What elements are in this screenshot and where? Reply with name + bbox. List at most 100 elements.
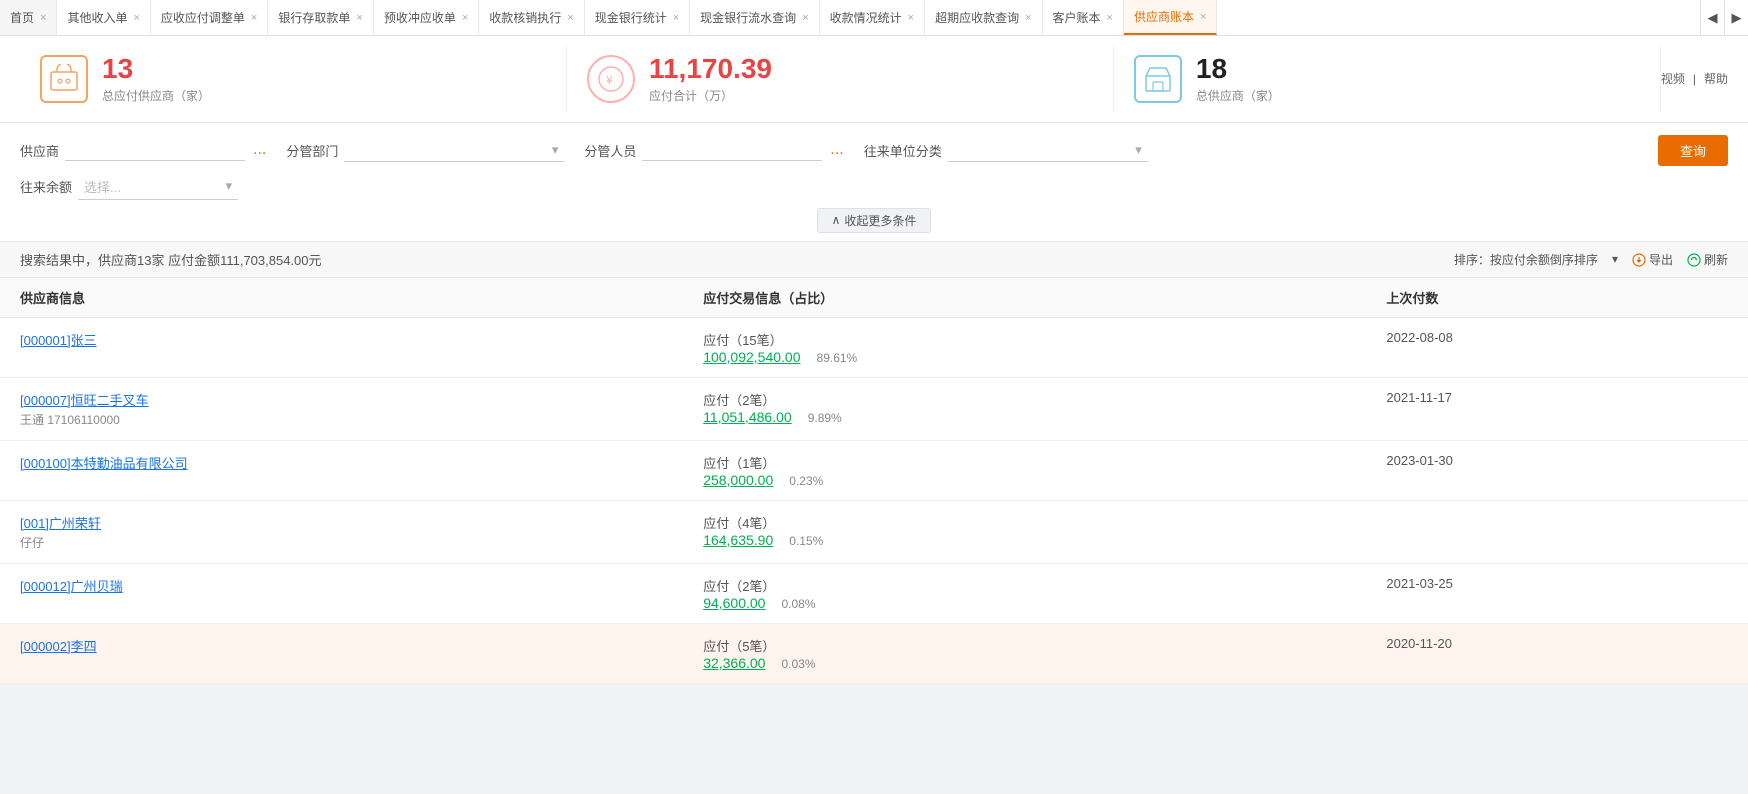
top-right-links: 视频 | 帮助 <box>1661 70 1728 87</box>
person-input[interactable] <box>642 139 822 161</box>
supplier-link[interactable]: [000012]广州贝瑞 <box>20 579 123 594</box>
nav-tab-close-icon[interactable]: × <box>1200 11 1206 23</box>
nav-tab-home[interactable]: 首页 × <box>0 0 57 35</box>
nav-tab-close-icon[interactable]: × <box>251 12 257 24</box>
payable-cell-1: 应付（2笔）11,051,486.00 9.89% <box>703 390 1386 425</box>
nav-tab-close-icon[interactable]: × <box>356 12 362 24</box>
filter-row-2: 往来余额 选择... ▾ <box>20 174 1728 200</box>
nav-tab-recv-stat[interactable]: 收款情况统计× <box>820 0 925 35</box>
payable-amount[interactable]: 100,092,540.00 <box>703 349 800 365</box>
nav-tab-other-income[interactable]: 其他收入单 × <box>57 0 150 35</box>
table-row: [001]广州荣轩仔仔应付（4笔）164,635.900.15% <box>0 501 1748 564</box>
nav-tab-close-icon[interactable]: × <box>40 12 46 24</box>
payable-amount[interactable]: 258,000.00 <box>703 472 773 488</box>
nav-tab-label: 客户账本 <box>1053 9 1101 26</box>
summary-bar: 13 总应付供应商（家） ¥ 11,170.39 应付合计（万） 18 总 <box>0 36 1748 123</box>
nav-tab-close-icon[interactable]: × <box>908 12 914 24</box>
category-select[interactable]: ▾ <box>948 139 1148 162</box>
nav-tab-exec[interactable]: 收款核销执行 × <box>479 0 584 35</box>
supplier-cell-2: [000100]本特勤油品有限公司 <box>20 453 703 472</box>
payable-amount[interactable]: 32,366.00 <box>703 655 765 671</box>
nav-tab-label: 收款核销执行 <box>489 9 561 26</box>
payable-amount[interactable]: 164,635.90 <box>703 532 773 548</box>
supplier-filter-label: 供应商 <box>20 141 59 160</box>
nav-tab-label: 现金银行流水查询 <box>700 9 796 26</box>
sort-label[interactable]: 排序：按应付余额倒序排序 <box>1454 251 1598 268</box>
payable-cell-3: 应付（4笔）164,635.90 0.15% <box>703 513 1386 548</box>
table-header: 供应商信息 应付交易信息（占比） 上次付数 <box>0 278 1748 318</box>
payable-cell-4: 应付（2笔）94,600.000.08% <box>703 576 1386 611</box>
help-link[interactable]: 帮助 <box>1704 70 1728 87</box>
filter-person: 分管人员 ... <box>584 139 843 161</box>
payable-count: 应付（1笔） <box>703 453 1386 472</box>
result-bar: 搜索结果中，供应商13家 应付金额111,703,854.00元 排序：按应付余… <box>0 242 1748 278</box>
supplier-input[interactable] <box>65 139 245 161</box>
supplier-link[interactable]: [000100]本特勤油品有限公司 <box>20 456 188 471</box>
nav-tab-adjust[interactable]: 应收应付调整单 × <box>151 0 268 35</box>
nav-tab-close-icon[interactable]: × <box>567 12 573 24</box>
nav-tab-supplier-ledger[interactable]: 供应商账本× <box>1124 0 1217 35</box>
nav-tab-label: 应收应付调整单 <box>161 9 245 26</box>
payable-count: 应付（4笔） <box>703 513 1386 532</box>
nav-tab-close-icon[interactable]: × <box>673 12 679 24</box>
table-row: [000002]李四应付（5笔）32,366.000.03%2020-11-20 <box>0 624 1748 684</box>
supplier-link[interactable]: [000007]恒旺二手叉车 <box>20 393 149 408</box>
nav-tab-close-icon[interactable]: × <box>133 12 139 24</box>
payable-pct: 0.03% <box>781 657 815 671</box>
nav-tab-close-icon[interactable]: × <box>802 12 808 24</box>
col-supplier-info: 供应商信息 <box>20 288 703 307</box>
payable-amount-row: 32,366.00 0.03% <box>703 655 1386 671</box>
nav-tab-bank[interactable]: 银行存取款单× <box>268 0 373 35</box>
supplier-link[interactable]: [001]广州荣轩 <box>20 516 101 531</box>
collapse-label: 收起更多条件 <box>844 212 916 229</box>
video-link[interactable]: 视频 <box>1661 70 1685 87</box>
table-row: [000007]恒旺二手叉车王通 17106110000应付（2笔）11,051… <box>0 378 1748 441</box>
query-button[interactable]: 查询 <box>1658 135 1728 166</box>
nav-tab-customer-ledger[interactable]: 客户账本 × <box>1043 0 1124 35</box>
nav-tab-prepay[interactable]: 预收冲应收单× <box>374 0 479 35</box>
payable-pct: 0.15% <box>789 534 823 548</box>
last-pay-cell-0: 2022-08-08 <box>1386 330 1728 345</box>
table-container: 供应商信息 应付交易信息（占比） 上次付数 [000001]张三 应付（15笔）1… <box>0 278 1748 684</box>
nav-tab-cash-stat[interactable]: 现金银行统计× <box>585 0 690 35</box>
category-filter-label: 往来单位分类 <box>864 141 942 160</box>
summary-text-total: 18 总供应商（家） <box>1196 54 1280 104</box>
payable-amount-row: 11,051,486.00 9.89% <box>703 409 1386 425</box>
filter-balance: 往来余额 选择... ▾ <box>20 174 238 200</box>
refresh-button[interactable]: 刷新 <box>1687 251 1728 268</box>
supplier-link[interactable]: [000002]李四 <box>20 639 97 654</box>
nav-prev-button[interactable]: ◀ <box>1700 0 1724 36</box>
table-row: [000100]本特勤油品有限公司应付（1笔）258,000.000.23%20… <box>0 441 1748 501</box>
nav-tab-close-icon[interactable]: × <box>1025 12 1031 24</box>
nav-tab-label: 首页 <box>10 9 34 26</box>
payable-count: 应付（2笔） <box>703 576 1386 595</box>
nav-tab-label: 其他收入单 <box>67 9 127 26</box>
payable-count: 应付（2笔） <box>703 390 1386 409</box>
nav-tab-overdue[interactable]: 超期应收款查询 × <box>925 0 1042 35</box>
collapse-button[interactable]: ∧ 收起更多条件 <box>817 208 932 233</box>
nav-tab-close-icon[interactable]: × <box>1107 12 1113 24</box>
money-icon: ¥ <box>587 55 635 103</box>
filter-row-1: 供应商 ... 分管部门 ▾ 分管人员 ... 往来单位分类 ▾ 查询 <box>20 135 1728 166</box>
export-button[interactable]: 导出 <box>1632 251 1673 268</box>
dept-filter-label: 分管部门 <box>286 141 338 160</box>
table-body: [000001]张三应付（15笔）100,092,540.0089.61%202… <box>0 318 1748 684</box>
last-pay-cell-4: 2021-03-25 <box>1386 576 1728 591</box>
payable-amount[interactable]: 11,051,486.00 <box>703 409 792 425</box>
person-dots[interactable]: ... <box>830 141 843 159</box>
category-chevron-icon: ▾ <box>1135 142 1142 158</box>
payable-amount-row: 100,092,540.0089.61% <box>703 349 1386 365</box>
payable-cell-0: 应付（15笔）100,092,540.0089.61% <box>703 330 1386 365</box>
payable-amount[interactable]: 94,600.00 <box>703 595 765 611</box>
dept-select[interactable]: ▾ <box>344 139 564 162</box>
balance-select[interactable]: 选择... ▾ <box>78 174 238 200</box>
supplier-icon <box>40 55 88 103</box>
supplier-dots[interactable]: ... <box>253 141 266 159</box>
nav-tab-cash-flow[interactable]: 现金银行流水查询 × <box>690 0 819 35</box>
nav-tab-label: 超期应收款查询 <box>935 9 1019 26</box>
payable-pct: 9.89% <box>808 411 842 425</box>
supplier-link[interactable]: [000001]张三 <box>20 333 97 348</box>
nav-next-button[interactable]: ▶ <box>1724 0 1748 36</box>
nav-tab-close-icon[interactable]: × <box>462 12 468 24</box>
export-label: 导出 <box>1649 251 1673 268</box>
